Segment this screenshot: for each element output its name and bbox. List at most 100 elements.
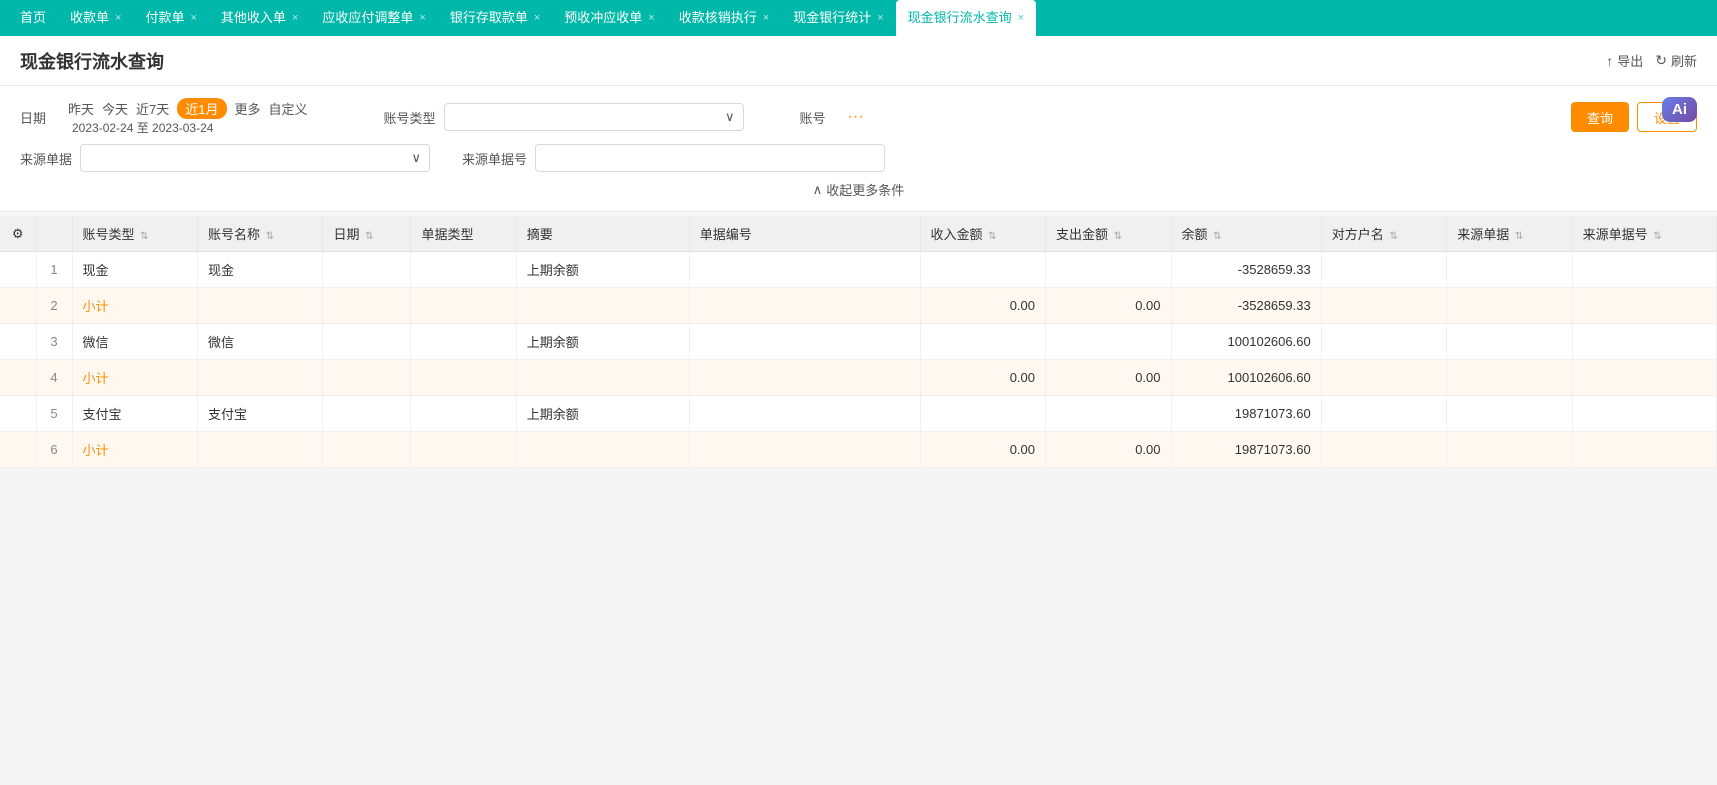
close-icon[interactable]: ×: [763, 0, 769, 36]
td-doc-type: [411, 288, 516, 324]
source-doc-select[interactable]: ∨: [80, 144, 430, 172]
td-account-name: 现金: [197, 252, 322, 288]
td-income: [920, 324, 1045, 360]
nav-tab-3[interactable]: 应收应付调整单 ×: [310, 0, 437, 36]
th-account-name[interactable]: 账号名称 ⇅: [197, 216, 322, 252]
date-options: 昨天 今天 近7天 近1月 更多 自定义: [68, 98, 308, 119]
td-expense: [1046, 324, 1171, 360]
td-doc-no: [689, 252, 920, 288]
account-dots-button[interactable]: ···: [848, 108, 864, 126]
td-counterparty: [1321, 432, 1446, 468]
close-icon[interactable]: ×: [534, 0, 540, 36]
ai-assistant-button[interactable]: Ai: [1662, 97, 1697, 122]
td-account-name: [197, 432, 322, 468]
th-account-type[interactable]: 账号类型 ⇅: [72, 216, 197, 252]
export-button[interactable]: ↑ 导出: [1606, 51, 1643, 70]
td-counterparty: [1321, 360, 1446, 396]
close-icon[interactable]: ×: [648, 0, 654, 36]
td-income: 0.00: [920, 288, 1045, 324]
td-summary: 上期余额: [516, 324, 689, 360]
td-income: 0.00: [920, 432, 1045, 468]
td-account-name: 微信: [197, 324, 322, 360]
td-doc-no: [689, 432, 920, 468]
close-icon[interactable]: ×: [877, 0, 883, 36]
td-expense: 0.00: [1046, 432, 1171, 468]
data-table: ⚙ 账号类型 ⇅ 账号名称 ⇅ 日期 ⇅ 单据类型 摘要 单据编号 收入金额 ⇅…: [0, 216, 1717, 468]
close-icon[interactable]: ×: [1018, 0, 1024, 36]
table-row: 1现金现金上期余额-3528659.33: [0, 252, 1717, 288]
td-expense: [1046, 252, 1171, 288]
td-doc-type: [411, 252, 516, 288]
th-counterparty[interactable]: 对方户名 ⇅: [1321, 216, 1446, 252]
td-row-num: 4: [36, 360, 72, 396]
top-navigation: 首页 收款单 × 付款单 × 其他收入单 × 应收应付调整单 × 银行存取款单 …: [0, 0, 1717, 36]
th-date[interactable]: 日期 ⇅: [323, 216, 411, 252]
td-row-num: 6: [36, 432, 72, 468]
nav-tab-8[interactable]: 现金银行流水查询 ×: [896, 0, 1036, 36]
page-title: 现金银行流水查询: [20, 48, 164, 74]
chevron-down-icon: ∨: [725, 109, 735, 125]
th-summary: 摘要: [516, 216, 689, 252]
td-source-doc: [1447, 288, 1572, 324]
close-icon[interactable]: ×: [419, 0, 425, 36]
th-num: [36, 216, 72, 252]
nav-tab-2[interactable]: 其他收入单 ×: [209, 0, 310, 36]
td-balance: 100102606.60: [1171, 324, 1321, 360]
td-date: [323, 252, 411, 288]
th-income[interactable]: 收入金额 ⇅: [920, 216, 1045, 252]
td-source-doc-no: [1572, 360, 1716, 396]
nav-tab-4[interactable]: 银行存取款单 ×: [438, 0, 552, 36]
td-expense: 0.00: [1046, 288, 1171, 324]
source-doc-label: 来源单据: [20, 149, 72, 168]
date-opt-today[interactable]: 今天: [102, 99, 128, 118]
nav-tab-0[interactable]: 收款单 ×: [58, 0, 133, 36]
source-doc-filter-group: 来源单据 ∨: [20, 144, 430, 172]
nav-tab-1[interactable]: 付款单 ×: [133, 0, 208, 36]
th-source-doc-no[interactable]: 来源单据号 ⇅: [1572, 216, 1716, 252]
td-account-type: 现金: [72, 252, 197, 288]
source-doc-no-filter-group: 来源单据号: [462, 144, 885, 172]
th-balance[interactable]: 余额 ⇅: [1171, 216, 1321, 252]
td-source-doc: [1447, 252, 1572, 288]
th-settings[interactable]: ⚙: [0, 216, 36, 252]
td-settings: [0, 360, 36, 396]
close-icon[interactable]: ×: [292, 0, 298, 36]
th-source-doc[interactable]: 来源单据 ⇅: [1447, 216, 1572, 252]
collapse-bar[interactable]: ∧ 收起更多条件: [20, 176, 1697, 203]
collapse-arrow-icon: ∧: [813, 182, 823, 198]
td-source-doc-no: [1572, 396, 1716, 432]
td-date: [323, 360, 411, 396]
date-opt-7days[interactable]: 近7天: [136, 99, 169, 118]
nav-home[interactable]: 首页: [8, 0, 58, 36]
th-expense[interactable]: 支出金额 ⇅: [1046, 216, 1171, 252]
table-row: 6小计0.000.0019871073.60: [0, 432, 1717, 468]
td-doc-type: [411, 432, 516, 468]
close-icon[interactable]: ×: [190, 0, 196, 36]
td-row-num: 3: [36, 324, 72, 360]
query-button[interactable]: 查询: [1571, 102, 1629, 132]
filter-row-2: 来源单据 ∨ 来源单据号: [20, 144, 1697, 172]
td-source-doc-no: [1572, 432, 1716, 468]
date-opt-custom[interactable]: 自定义: [269, 99, 308, 118]
date-opt-yesterday[interactable]: 昨天: [68, 99, 94, 118]
source-doc-no-input[interactable]: [535, 144, 885, 172]
td-account-type: 小计: [72, 360, 197, 396]
td-settings: [0, 324, 36, 360]
header-actions: ↑ 导出 ↻ 刷新: [1606, 51, 1697, 70]
date-opt-more[interactable]: 更多: [235, 99, 261, 118]
nav-tab-5[interactable]: 预收冲应收单 ×: [552, 0, 666, 36]
td-counterparty: [1321, 288, 1446, 324]
nav-tab-7[interactable]: 现金银行统计 ×: [781, 0, 895, 36]
td-balance: 19871073.60: [1171, 396, 1321, 432]
td-doc-no: [689, 360, 920, 396]
account-label: 账号: [800, 108, 840, 127]
th-doc-no: 单据编号: [689, 216, 920, 252]
nav-tab-6[interactable]: 收款核销执行 ×: [667, 0, 781, 36]
close-icon[interactable]: ×: [115, 0, 121, 36]
td-summary: [516, 432, 689, 468]
date-opt-1month[interactable]: 近1月: [177, 98, 226, 119]
refresh-button[interactable]: ↻ 刷新: [1655, 51, 1697, 70]
page-header: 现金银行流水查询 ↑ 导出 ↻ 刷新: [0, 36, 1717, 86]
td-source-doc-no: [1572, 324, 1716, 360]
account-type-select[interactable]: ∨: [444, 103, 744, 131]
